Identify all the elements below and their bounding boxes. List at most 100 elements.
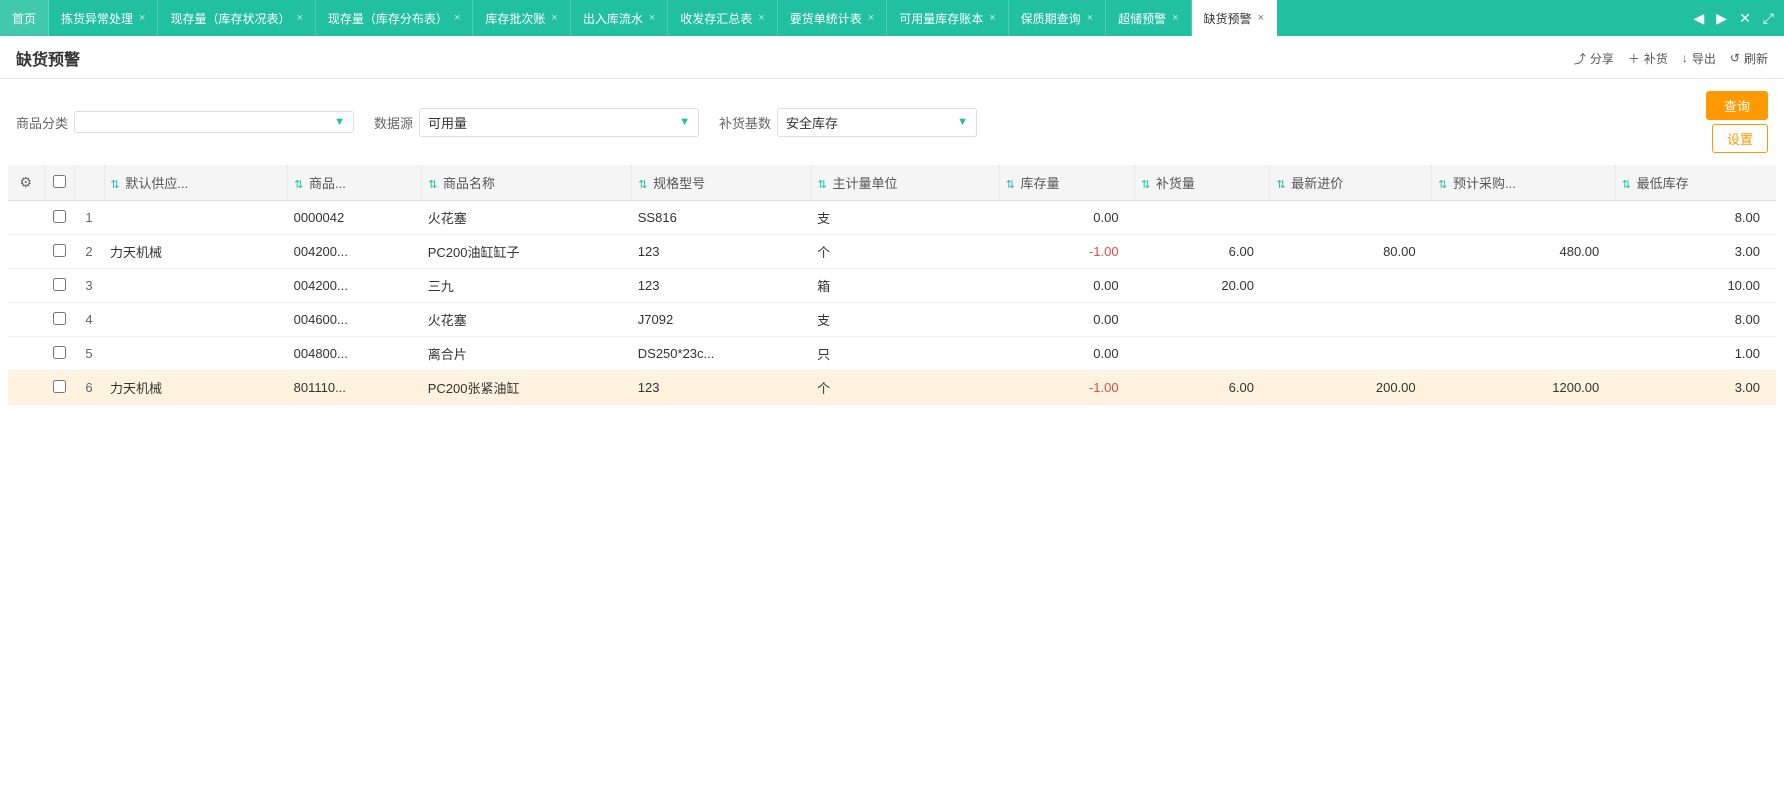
- row-name: PC200油缸缸子: [422, 235, 632, 269]
- page-header: 缺货预警 ⤴ 分享 ＋ 补货 ↓ 导出 ↺ 刷新: [0, 36, 1784, 79]
- refresh-icon: ↺: [1730, 51, 1740, 65]
- row-checkbox-cell[interactable]: [44, 371, 74, 405]
- replenish-icon: ＋: [1628, 50, 1640, 67]
- row-supplier: 力天机械: [104, 371, 288, 405]
- tab-close-expiry-query[interactable]: ×: [1087, 12, 1093, 24]
- row-code: 004200...: [288, 235, 422, 269]
- tab-available-ledger[interactable]: 可用量库存账本 ×: [887, 0, 1008, 36]
- replenish-base-select[interactable]: 安全库存 ▼: [777, 108, 977, 137]
- tab-receive-summary[interactable]: 收发存汇总表 ×: [668, 0, 777, 36]
- row-unit: 个: [811, 235, 999, 269]
- page-title: 缺货预警: [16, 46, 80, 70]
- row-unit: 只: [811, 337, 999, 371]
- row-checkbox-cell[interactable]: [44, 201, 74, 235]
- row-min-stock: 8.00: [1615, 201, 1776, 235]
- export-icon: ↓: [1682, 51, 1688, 65]
- tab-close-inventory-dist[interactable]: ×: [454, 12, 460, 24]
- tab-close-inout-flow[interactable]: ×: [649, 12, 655, 24]
- header-actions: ⤴ 分享 ＋ 补货 ↓ 导出 ↺ 刷新: [1574, 50, 1768, 67]
- tab-batch-account[interactable]: 库存批次账 ×: [473, 0, 570, 36]
- th-latest-price[interactable]: ⇅ 最新进价: [1270, 165, 1432, 201]
- tab-inventory-status[interactable]: 现存量（库存状况表） ×: [158, 0, 315, 36]
- th-settings[interactable]: ⚙: [8, 165, 44, 201]
- row-supplier: [104, 201, 288, 235]
- row-code: 801110...: [288, 371, 422, 405]
- select-all-checkbox[interactable]: [53, 175, 66, 188]
- tab-close-overstock[interactable]: ×: [1172, 12, 1178, 24]
- tab-inventory-dist[interactable]: 现存量（库存分布表） ×: [316, 0, 473, 36]
- row-stock: -1.00: [999, 235, 1134, 269]
- est-purchase-sort-icon: ⇅: [1438, 179, 1447, 191]
- tab-close-abnormal[interactable]: ×: [139, 12, 145, 24]
- row-gear-cell: [8, 201, 44, 235]
- category-arrow-icon: ▼: [334, 116, 345, 128]
- tab-order-stats[interactable]: 要货单统计表 ×: [778, 0, 887, 36]
- row-checkbox-3[interactable]: [53, 312, 66, 325]
- tab-overstock[interactable]: 超储预警 ×: [1106, 0, 1191, 36]
- row-replenish: 6.00: [1135, 235, 1270, 269]
- category-select[interactable]: ▼: [74, 111, 354, 133]
- row-est-purchase: [1432, 269, 1616, 303]
- th-est-purchase[interactable]: ⇅ 预计采购...: [1432, 165, 1616, 201]
- row-name: 离合片: [422, 337, 632, 371]
- row-checkbox-cell[interactable]: [44, 269, 74, 303]
- row-name: 火花塞: [422, 303, 632, 337]
- th-checkbox[interactable]: [44, 165, 74, 201]
- row-checkbox-cell[interactable]: [44, 303, 74, 337]
- tab-shortage[interactable]: 缺货预警 ×: [1192, 0, 1277, 36]
- share-icon: ⤴: [1574, 50, 1586, 67]
- tab-expiry-query[interactable]: 保质期查询 ×: [1009, 0, 1106, 36]
- th-code[interactable]: ⇅ 商品...: [288, 165, 422, 201]
- tab-close-available-ledger[interactable]: ×: [989, 12, 995, 24]
- tab-abnormal[interactable]: 拣货异常处理 ×: [49, 0, 158, 36]
- settings-button[interactable]: 设置: [1712, 124, 1768, 153]
- row-spec: SS816: [632, 201, 811, 235]
- tab-close-batch-account[interactable]: ×: [551, 12, 557, 24]
- row-code: 004800...: [288, 337, 422, 371]
- th-min-stock[interactable]: ⇅ 最低库存: [1615, 165, 1776, 201]
- row-checkbox-1[interactable]: [53, 244, 66, 257]
- row-latest-price: [1270, 201, 1432, 235]
- export-button[interactable]: ↓ 导出: [1682, 50, 1716, 67]
- share-button[interactable]: ⤴ 分享: [1574, 50, 1614, 67]
- th-supplier[interactable]: ⇅ 默认供应...: [104, 165, 288, 201]
- row-checkbox-5[interactable]: [53, 380, 66, 393]
- replenish-button[interactable]: ＋ 补货: [1628, 50, 1668, 67]
- tab-close-receive-summary[interactable]: ×: [758, 12, 764, 24]
- row-index: 2: [74, 235, 104, 269]
- row-stock: 0.00: [999, 269, 1134, 303]
- tab-close-shortage[interactable]: ×: [1258, 12, 1264, 24]
- tab-bar: 首页 拣货异常处理 × 现存量（库存状况表） × 现存量（库存分布表） × 库存…: [0, 0, 1784, 36]
- row-code: 004600...: [288, 303, 422, 337]
- refresh-button[interactable]: ↺ 刷新: [1730, 50, 1768, 67]
- tab-close-all[interactable]: ✕: [1733, 8, 1757, 29]
- tab-home[interactable]: 首页: [0, 0, 49, 36]
- datasource-select[interactable]: 可用量 ▼: [419, 108, 699, 137]
- tab-maximize[interactable]: ⤢: [1757, 8, 1780, 29]
- th-replenish[interactable]: ⇅ 补货量: [1135, 165, 1270, 201]
- th-stock[interactable]: ⇅ 库存量: [999, 165, 1134, 201]
- row-replenish: [1135, 303, 1270, 337]
- row-checkbox-2[interactable]: [53, 278, 66, 291]
- row-checkbox-cell[interactable]: [44, 235, 74, 269]
- page-container: 缺货预警 ⤴ 分享 ＋ 补货 ↓ 导出 ↺ 刷新 商品分类: [0, 36, 1784, 796]
- tab-nav-prev[interactable]: ◀: [1688, 8, 1711, 29]
- row-latest-price: 80.00: [1270, 235, 1432, 269]
- row-unit: 支: [811, 201, 999, 235]
- th-name[interactable]: ⇅ 商品名称: [422, 165, 632, 201]
- tab-close-inventory-status[interactable]: ×: [296, 12, 302, 24]
- row-checkbox-0[interactable]: [53, 210, 66, 223]
- row-replenish: [1135, 201, 1270, 235]
- row-checkbox-cell[interactable]: [44, 337, 74, 371]
- query-button[interactable]: 查询: [1706, 91, 1768, 120]
- th-unit[interactable]: ⇅ 主计量单位: [811, 165, 999, 201]
- table-body: 1 0000042 火花塞 SS816 支 0.00 8.00 2 力天机械 0…: [8, 201, 1776, 405]
- tab-close-order-stats[interactable]: ×: [868, 12, 874, 24]
- th-spec[interactable]: ⇅ 规格型号: [632, 165, 811, 201]
- row-replenish: 20.00: [1135, 269, 1270, 303]
- tab-nav-next[interactable]: ▶: [1710, 8, 1733, 29]
- row-stock: 0.00: [999, 201, 1134, 235]
- replenish-sort-icon: ⇅: [1141, 179, 1150, 191]
- row-checkbox-4[interactable]: [53, 346, 66, 359]
- tab-inout-flow[interactable]: 出入库流水 ×: [571, 0, 668, 36]
